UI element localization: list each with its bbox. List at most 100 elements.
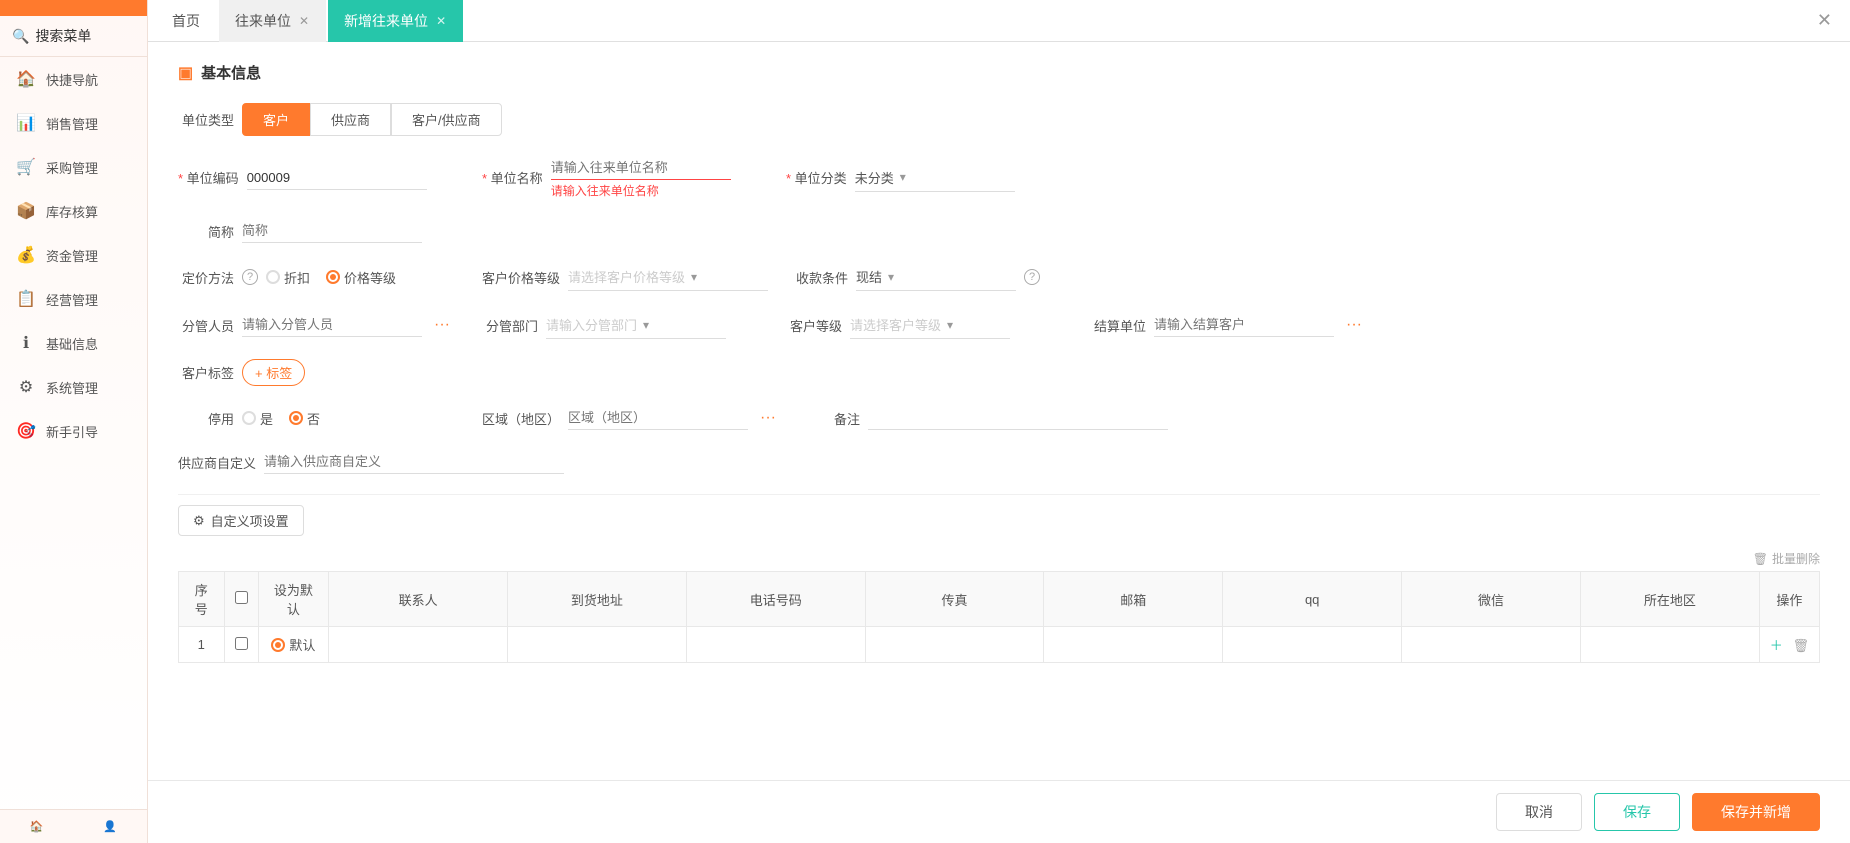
row-checkbox[interactable] xyxy=(235,637,248,650)
cell-index: 1 xyxy=(179,627,225,663)
tab-new-contact-close[interactable]: ✕ xyxy=(436,14,446,28)
form-row-pricing: 定价方法 ? 折扣 价格等级 客户价格等级 请选择客户价格等级 xyxy=(178,263,1820,291)
operations-icon: 📋 xyxy=(16,289,36,309)
sidebar-top-bar xyxy=(0,0,147,16)
cell-email[interactable] xyxy=(1044,627,1223,663)
sidebar-item-purchase[interactable]: 🛒 采购管理 xyxy=(0,145,147,189)
form-group-tag: 客户标签 + 标签 xyxy=(178,359,458,386)
contact-input[interactable] xyxy=(339,637,497,652)
form-group-unit-category: 单位分类 未分类 ▾ xyxy=(786,164,1066,192)
custom-settings-button[interactable]: ⚙ 自定义项设置 xyxy=(178,505,304,536)
price-level-placeholder: 请选择客户价格等级 xyxy=(568,267,685,286)
region-input[interactable] xyxy=(568,406,748,430)
manager-more-btn[interactable]: ··· xyxy=(430,316,454,334)
unit-type-label: 单位类型 xyxy=(178,110,234,129)
radio-no-label: 否 xyxy=(307,409,320,428)
col-phone: 电话号码 xyxy=(686,572,865,627)
section-icon: ▣ xyxy=(178,63,193,83)
unit-name-input[interactable] xyxy=(551,156,731,180)
settlement-input[interactable] xyxy=(1154,313,1334,337)
tab-bar-close-all[interactable]: ✕ xyxy=(1807,10,1842,31)
form-content: ▣ 基本信息 单位类型 客户 供应商 客户/供应商 单位编码 单位名称 xyxy=(148,42,1850,780)
cell-region[interactable] xyxy=(1580,627,1759,663)
manager-input[interactable] xyxy=(242,313,422,337)
col-address: 到货地址 xyxy=(508,572,687,627)
qq-input[interactable] xyxy=(1233,637,1391,652)
sidebar-item-operations[interactable]: 📋 经营管理 xyxy=(0,277,147,321)
region-more-btn[interactable]: ··· xyxy=(756,409,780,427)
unit-category-select[interactable]: 未分类 ▾ xyxy=(855,164,1015,192)
sidebar-bottom: 🏠 👤 xyxy=(0,809,147,843)
payment-terms-select[interactable]: 现结 ▾ xyxy=(856,263,1016,291)
tab-home[interactable]: 首页 xyxy=(156,0,217,42)
radio-no[interactable]: 否 xyxy=(289,409,320,428)
form-row-disabled-region: 停用 是 否 区域（地区） ··· 备注 xyxy=(178,406,1820,430)
type-btn-customer[interactable]: 客户 xyxy=(242,103,310,136)
address-input[interactable] xyxy=(518,637,676,652)
form-group-pricing-method: 定价方法 ? 折扣 价格等级 xyxy=(178,268,458,287)
sidebar-bottom-home[interactable]: 🏠 xyxy=(30,820,44,833)
cell-wechat[interactable] xyxy=(1402,627,1581,663)
phone-input[interactable] xyxy=(697,637,855,652)
email-input[interactable] xyxy=(1054,637,1212,652)
batch-delete-label[interactable]: 批量删除 xyxy=(1772,550,1820,567)
tab-new-contact-label: 新增往来单位 xyxy=(344,11,428,31)
sidebar-item-quicknav[interactable]: 🏠 快捷导航 xyxy=(0,57,147,101)
row-delete-btn[interactable]: 🗑 xyxy=(1792,638,1809,653)
tab-new-contact[interactable]: 新增往来单位 ✕ xyxy=(328,0,463,42)
unit-code-input[interactable] xyxy=(247,166,427,190)
row-add-btn[interactable]: ＋ xyxy=(1770,638,1783,653)
payment-help-icon[interactable]: ? xyxy=(1024,269,1040,285)
form-group-customer-level: 客户等级 请选择客户等级 ▾ xyxy=(786,311,1066,339)
radio-price-level[interactable]: 价格等级 xyxy=(326,268,396,287)
tab-contacts[interactable]: 往来单位 ✕ xyxy=(219,0,326,42)
unit-name-label: 单位名称 xyxy=(482,168,543,187)
select-all-checkbox[interactable] xyxy=(235,591,248,604)
department-label: 分管部门 xyxy=(482,316,538,335)
unit-name-error: 请输入往来单位名称 xyxy=(551,182,731,199)
price-level-select[interactable]: 请选择客户价格等级 ▾ xyxy=(568,263,768,291)
settlement-more-btn[interactable]: ··· xyxy=(1342,316,1366,334)
type-buttons: 客户 供应商 客户/供应商 xyxy=(242,103,502,136)
cell-fax[interactable] xyxy=(865,627,1044,663)
wechat-input[interactable] xyxy=(1412,637,1570,652)
department-select[interactable]: 请输入分管部门 ▾ xyxy=(546,311,726,339)
type-btn-both[interactable]: 客户/供应商 xyxy=(391,103,502,136)
pricing-help-icon[interactable]: ? xyxy=(242,269,258,285)
table-body: 1 默认 xyxy=(179,627,1820,663)
default-radio-item[interactable]: 默认 xyxy=(271,635,315,654)
type-btn-supplier[interactable]: 供应商 xyxy=(310,103,391,136)
cell-address[interactable] xyxy=(508,627,687,663)
cancel-button[interactable]: 取消 xyxy=(1496,793,1582,831)
sidebar-item-inventory[interactable]: 📦 库存核算 xyxy=(0,189,147,233)
region-cell-input[interactable] xyxy=(1591,637,1749,652)
sidebar-item-label: 基础信息 xyxy=(46,334,98,353)
inventory-icon: 📦 xyxy=(16,201,36,221)
sidebar-item-sales[interactable]: 📊 销售管理 xyxy=(0,101,147,145)
sidebar-item-guide[interactable]: 🎯 新手引导 xyxy=(0,409,147,453)
add-tag-button[interactable]: + 标签 xyxy=(242,359,305,386)
cell-contact[interactable] xyxy=(329,627,508,663)
cell-phone[interactable] xyxy=(686,627,865,663)
save-button[interactable]: 保存 xyxy=(1594,793,1680,831)
form-group-unit-name: 单位名称 请输入往来单位名称 xyxy=(482,156,762,199)
fax-input[interactable] xyxy=(876,637,1034,652)
cell-qq[interactable] xyxy=(1223,627,1402,663)
form-footer: 取消 保存 保存并新增 xyxy=(148,780,1850,843)
customer-level-label: 客户等级 xyxy=(786,316,842,335)
sidebar-search-item[interactable]: 🔍 搜索菜单 xyxy=(0,16,147,57)
supplier-custom-input[interactable] xyxy=(264,450,564,474)
customer-level-select[interactable]: 请选择客户等级 ▾ xyxy=(850,311,1010,339)
radio-yes[interactable]: 是 xyxy=(242,409,273,428)
short-name-input[interactable] xyxy=(242,219,422,243)
sidebar-item-basic-info[interactable]: ℹ 基础信息 xyxy=(0,321,147,365)
sidebar-item-system[interactable]: ⚙ 系统管理 xyxy=(0,365,147,409)
sidebar-bottom-user[interactable]: 👤 xyxy=(103,820,117,833)
radio-discount[interactable]: 折扣 xyxy=(266,268,310,287)
sidebar-item-finance[interactable]: 💰 资金管理 xyxy=(0,233,147,277)
form-group-price-level: 客户价格等级 请选择客户价格等级 ▾ xyxy=(482,263,768,291)
save-and-new-button[interactable]: 保存并新增 xyxy=(1692,793,1820,831)
remarks-input[interactable] xyxy=(868,406,1168,430)
radio-discount-label: 折扣 xyxy=(284,268,310,287)
tab-contacts-close[interactable]: ✕ xyxy=(299,14,309,28)
